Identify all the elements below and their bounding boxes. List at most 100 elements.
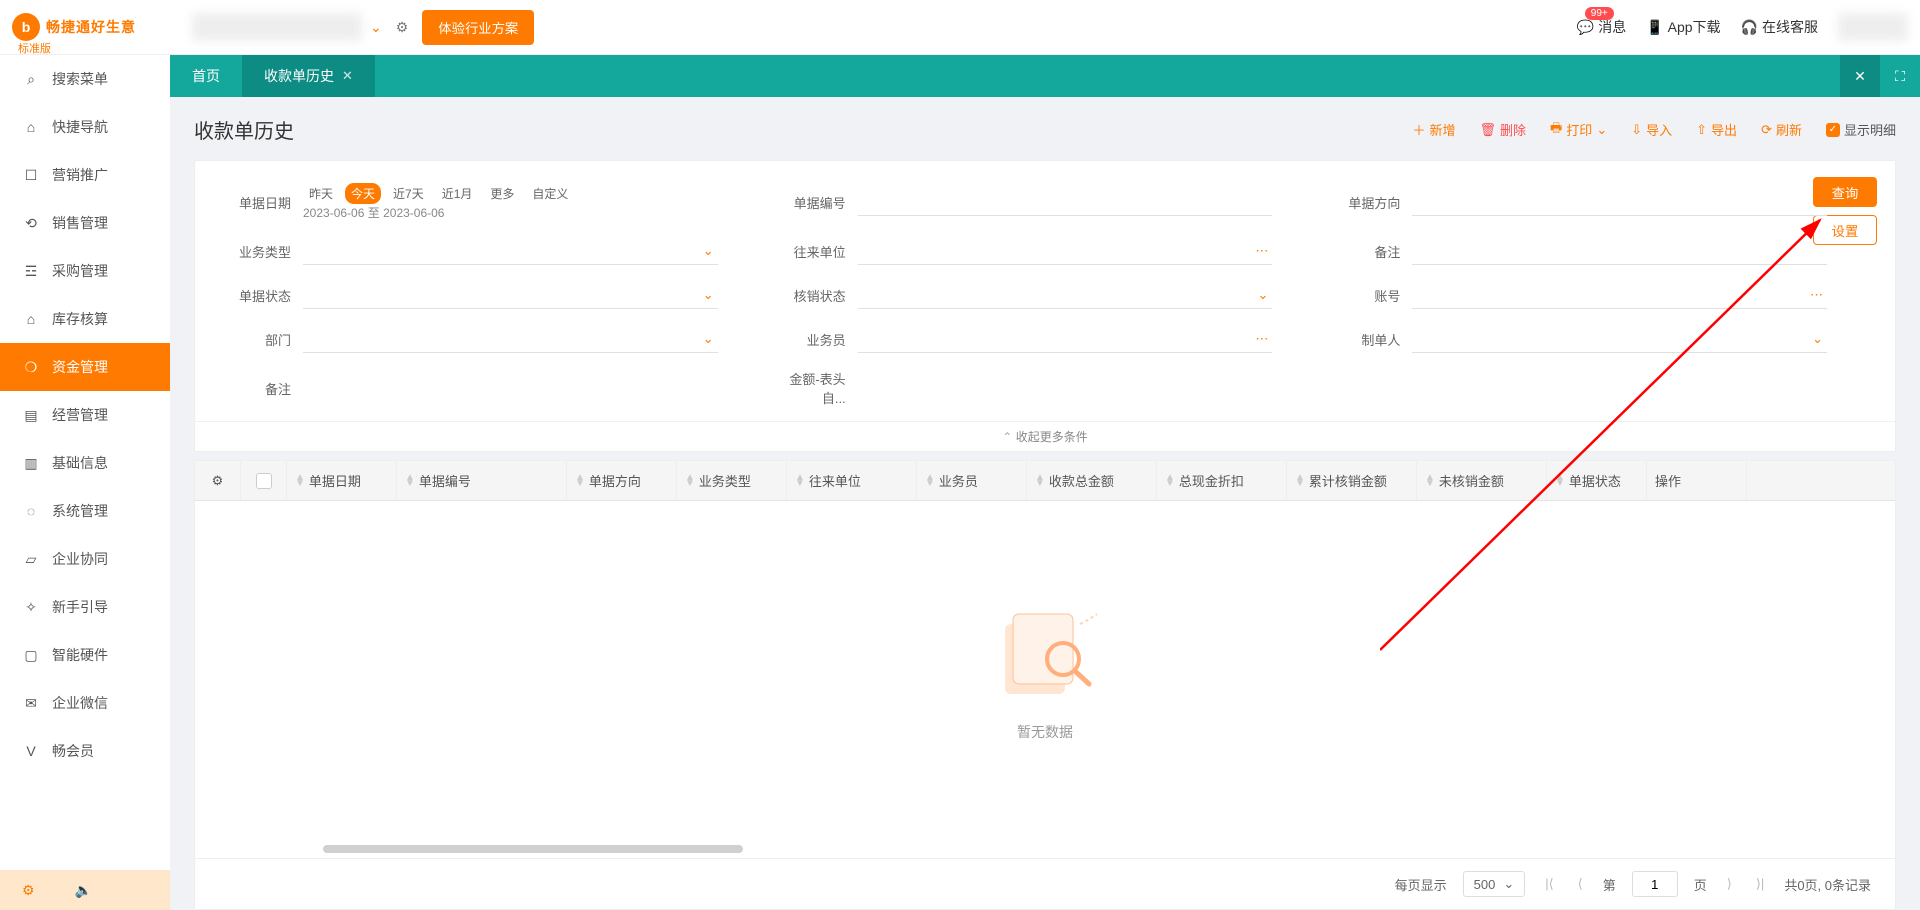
try-industry-button[interactable]: 体验行业方案 [422, 10, 534, 45]
sort-icon: ▲▼ [1035, 475, 1045, 487]
tab[interactable]: 收款单历史 ✕ [242, 55, 375, 97]
gear-icon[interactable]: ⚙ [396, 19, 409, 36]
select-all-checkbox[interactable] [241, 461, 287, 500]
horizontal-scrollbar[interactable] [203, 844, 1887, 854]
column-label: 单据状态 [1569, 471, 1621, 490]
filter-lookup-clerk[interactable]: ⋯ [858, 325, 1273, 353]
refresh-button[interactable]: ⟳刷新 [1761, 120, 1802, 139]
sidebar-item[interactable]: V畅会员 [0, 727, 170, 775]
date-chip[interactable]: 昨天 [303, 183, 339, 204]
page-title: 收款单历史 [194, 115, 294, 144]
filter-lookup-partner[interactable]: ⋯ [858, 237, 1273, 265]
tab-label: 首页 [192, 66, 220, 86]
date-chip[interactable]: 近7天 [387, 183, 430, 204]
sidebar-item[interactable]: ✉企业微信 [0, 679, 170, 727]
column-header[interactable]: ▲▼收款总金额 [1027, 461, 1157, 500]
import-icon: ⇩ [1631, 122, 1642, 138]
date-chip[interactable]: 近1月 [436, 183, 479, 204]
add-button[interactable]: ＋新增 [1412, 120, 1455, 139]
tab[interactable]: 首页 [170, 55, 242, 97]
column-header[interactable]: ▲▼单据编号 [397, 461, 567, 500]
pager-prev-button[interactable]: ⟨ [1574, 876, 1587, 892]
sidebar-footer-gear-icon[interactable]: ⚙ [22, 882, 35, 899]
sidebar-item[interactable]: ⌂快捷导航 [0, 103, 170, 151]
sidebar-item[interactable]: ⟲销售管理 [0, 199, 170, 247]
filter-select-state[interactable]: ⌄ [303, 281, 718, 309]
sidebar-item[interactable]: ▱企业协同 [0, 535, 170, 583]
sidebar-item-label: 资金管理 [52, 357, 108, 377]
filter-input-remark[interactable] [1412, 237, 1827, 265]
column-header[interactable]: ▲▼总现金折扣 [1157, 461, 1287, 500]
app-download-button[interactable]: 📱 App下载 [1646, 17, 1720, 37]
filter-select-dir[interactable]: ⌄ [1412, 188, 1827, 216]
filter-lookup-acct[interactable]: ⋯ [1412, 281, 1827, 309]
collapse-filters-button[interactable]: 收起更多条件 [195, 421, 1895, 451]
column-header[interactable]: ▲▼ 往来单位 [787, 461, 917, 500]
sidebar-item-icon: ❍ [22, 359, 40, 376]
filter-input-docno[interactable] [858, 188, 1273, 216]
column-header[interactable]: ▲▼未核销金额 [1417, 461, 1547, 500]
sidebar-footer-sound-icon[interactable]: 🔈 [75, 882, 92, 899]
import-button[interactable]: ⇩导入 [1631, 120, 1672, 139]
filter-select-dept[interactable]: ⌄ [303, 325, 718, 353]
column-header[interactable]: 操作 [1647, 461, 1747, 500]
sidebar-item[interactable]: ✧新手引导 [0, 583, 170, 631]
sidebar-item-label: 快捷导航 [52, 117, 108, 137]
column-header[interactable]: ▲▼单据状态 [1547, 461, 1647, 500]
chevron-down-icon: ⌄ [1812, 194, 1823, 210]
export-button[interactable]: ⇧导出 [1696, 120, 1737, 139]
plus-icon: ＋ [1412, 120, 1425, 139]
sidebar-item[interactable]: ⌕搜索菜单 [0, 55, 170, 103]
show-detail-toggle[interactable]: ✓显示明细 [1826, 120, 1896, 139]
brand-logo-icon: b [12, 13, 40, 41]
empty-text: 暂无数据 [1017, 722, 1073, 742]
org-selector-blurred[interactable] [192, 13, 362, 41]
column-header[interactable]: ▲▼累计核销金额 [1287, 461, 1417, 500]
pager-next-button[interactable]: ⟩ [1723, 876, 1736, 892]
date-chip[interactable]: 自定义 [526, 183, 574, 204]
sidebar-item[interactable]: ❍ 资金管理 [0, 343, 170, 391]
per-page-select[interactable]: 500⌄ [1463, 871, 1526, 897]
filter-select-biz[interactable]: ⌄ [303, 237, 718, 265]
filter-label-partner: 往来单位 [768, 242, 858, 261]
messages-button[interactable]: 💬 消息 99+ [1577, 17, 1626, 37]
sidebar-item[interactable]: ⌂库存核算 [0, 295, 170, 343]
sidebar-item-label: 经营管理 [52, 405, 108, 425]
sidebar-item[interactable]: ◌系统管理 [0, 487, 170, 535]
pager-page-input[interactable] [1632, 871, 1678, 897]
sidebar-item[interactable]: ☲采购管理 [0, 247, 170, 295]
sidebar-item-icon: ☐ [22, 167, 40, 184]
tab-close-all-button[interactable]: ✕ [1840, 55, 1880, 97]
date-chip[interactable]: 更多 [484, 183, 520, 204]
chevron-down-icon[interactable]: ⌄ [370, 19, 382, 36]
sort-icon: ▲▼ [795, 475, 805, 487]
sidebar-item-icon: ▤ [22, 407, 40, 424]
pager-first-button[interactable]: |⟨ [1541, 876, 1557, 892]
filter-input-remark2[interactable] [303, 374, 718, 402]
delete-button[interactable]: 🗑删除 [1479, 120, 1526, 139]
sidebar-item[interactable]: ☐营销推广 [0, 151, 170, 199]
sidebar-item[interactable]: ▤ 经营管理 [0, 391, 170, 439]
column-label: 往来单位 [809, 471, 861, 490]
filter-input-amt[interactable] [858, 374, 1273, 402]
pager-last-button[interactable]: ⟩| [1752, 876, 1768, 892]
column-header[interactable]: ▲▼业务类型 [677, 461, 787, 500]
date-chip[interactable]: 今天 [345, 183, 381, 204]
print-button[interactable]: 🖶打印 ⌄ [1550, 119, 1607, 141]
phone-icon: 📱 [1646, 19, 1663, 36]
customer-service-button[interactable]: 🎧 在线客服 [1741, 17, 1818, 37]
sidebar-item[interactable]: ▥基础信息 [0, 439, 170, 487]
sidebar-item-icon: ◌ [22, 503, 40, 519]
fullscreen-icon[interactable]: ⛶ [1880, 55, 1920, 97]
sidebar-item[interactable]: ▢智能硬件 [0, 631, 170, 679]
close-icon[interactable]: ✕ [342, 68, 353, 84]
column-header[interactable]: ▲▼业务员 [917, 461, 1027, 500]
tab-label: 收款单历史 [264, 66, 334, 86]
column-header[interactable]: ▲▼单据日期 [287, 461, 397, 500]
filter-select-maker[interactable]: ⌄ [1412, 325, 1827, 353]
user-avatar-blurred[interactable] [1838, 13, 1908, 41]
brand-name: 畅捷通好生意 [46, 17, 136, 37]
filter-select-vstate[interactable]: ⌄ [858, 281, 1273, 309]
column-header[interactable]: ▲▼单据方向 [567, 461, 677, 500]
column-settings-button[interactable]: ⚙ [195, 461, 241, 500]
